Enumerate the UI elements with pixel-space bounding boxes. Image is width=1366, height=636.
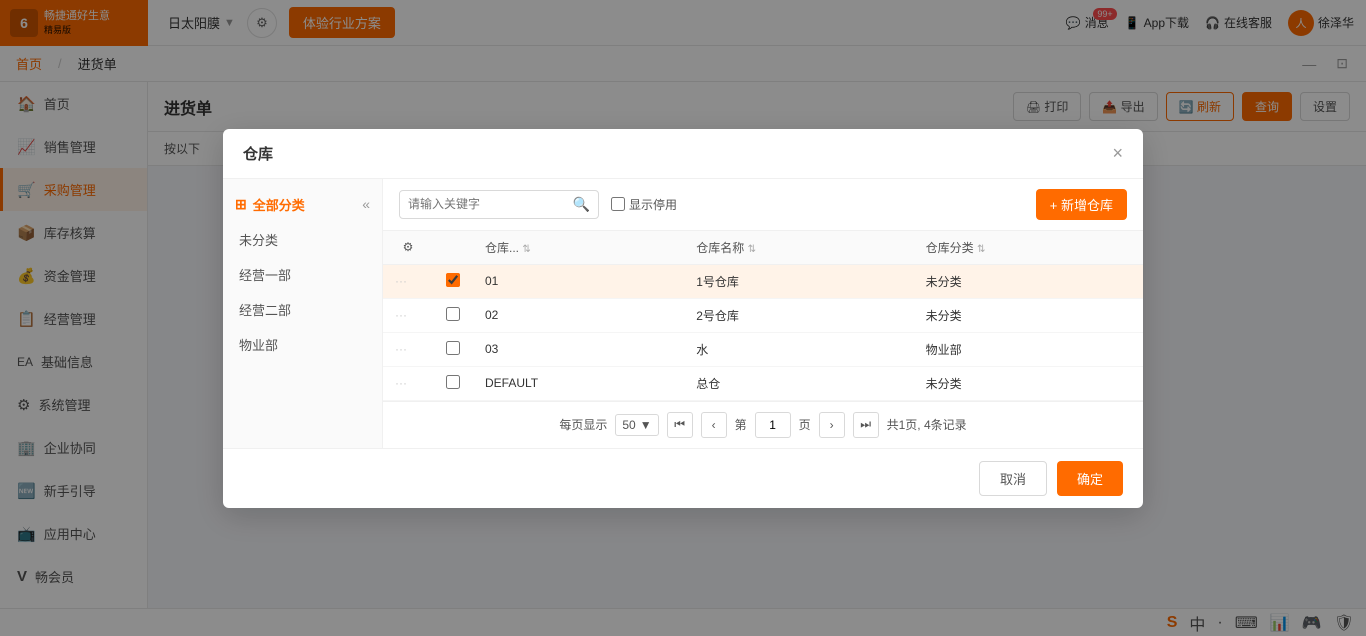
grid-icon: ⊞ — [235, 196, 247, 213]
row-checkbox[interactable] — [446, 307, 460, 321]
page-next-button[interactable]: › — [819, 412, 845, 438]
row-category: 未分类 — [914, 366, 1143, 400]
page-size-label: 每页显示 — [559, 416, 607, 433]
page-prev-button[interactable]: ‹ — [701, 412, 727, 438]
modal-title: 仓库 — [243, 143, 273, 164]
warehouse-modal: 仓库 × ⊞ 全部分类 « 未分类经营一部经营二部物业部 — [223, 129, 1143, 508]
modal-header: 仓库 × — [223, 129, 1143, 179]
category-item-property[interactable]: 物业部 — [223, 327, 382, 362]
sort-cat-icon: ⇅ — [977, 244, 985, 255]
row-category: 未分类 — [914, 298, 1143, 332]
table-row[interactable]: ··· 01 1号仓库 未分类 — [383, 264, 1143, 298]
row-ops: ··· — [383, 264, 433, 298]
col-header-chk — [433, 231, 473, 265]
all-categories-item[interactable]: ⊞ 全部分类 — [235, 195, 305, 214]
page-first-button[interactable]: ⏮ — [667, 412, 693, 438]
row-checkbox-cell[interactable] — [433, 332, 473, 366]
row-name: 水 — [684, 332, 913, 366]
row-name: 1号仓库 — [684, 264, 913, 298]
row-category: 物业部 — [914, 332, 1143, 366]
cancel-button[interactable]: 取消 — [979, 461, 1047, 496]
table-area: 🔍 显示停用 + 新增仓库 ⚙ — [383, 179, 1143, 448]
row-ops: ··· — [383, 366, 433, 400]
table-row[interactable]: ··· 02 2号仓库 未分类 — [383, 298, 1143, 332]
col-header-name[interactable]: 仓库名称 ⇅ — [684, 231, 913, 265]
modal-footer: 取消 确定 — [223, 448, 1143, 508]
page-size-chevron: ▼ — [640, 418, 652, 432]
pagination: 每页显示 50 ▼ ⏮ ‹ 第 页 › ⏭ 共1页, 4条记录 — [383, 401, 1143, 448]
sort-name-icon: ⇅ — [748, 244, 756, 255]
category-list: 未分类经营一部经营二部物业部 — [223, 222, 382, 362]
row-name: 2号仓库 — [684, 298, 913, 332]
row-code: 01 — [473, 264, 684, 298]
table-body: ··· 01 1号仓库 未分类 ··· 02 2号仓库 未分类 ··· 03 水… — [383, 264, 1143, 400]
row-checkbox-cell[interactable] — [433, 264, 473, 298]
row-code: DEFAULT — [473, 366, 684, 400]
category-item-ops1[interactable]: 经营一部 — [223, 257, 382, 292]
warehouse-table: ⚙ 仓库... ⇅ 仓库名称 ⇅ 仓库分类 ⇅ ··· 01 1号仓库 未分类 — [383, 231, 1143, 401]
modal-body: ⊞ 全部分类 « 未分类经营一部经营二部物业部 🔍 — [223, 179, 1143, 448]
show-disabled-text: 显示停用 — [629, 196, 677, 213]
page-size-value: 50 — [622, 418, 635, 432]
category-collapse-button[interactable]: « — [362, 196, 370, 212]
total-label: 共1页, 4条记录 — [887, 416, 967, 433]
data-table: ⚙ 仓库... ⇅ 仓库名称 ⇅ 仓库分类 ⇅ ··· 01 1号仓库 未分类 — [383, 231, 1143, 401]
search-input[interactable] — [400, 192, 565, 216]
page-size-select[interactable]: 50 ▼ — [615, 414, 658, 436]
col-header-code[interactable]: 仓库... ⇅ — [473, 231, 684, 265]
row-name: 总仓 — [684, 366, 913, 400]
row-checkbox[interactable] — [446, 341, 460, 355]
show-disabled-checkbox[interactable] — [611, 197, 625, 211]
new-warehouse-button[interactable]: + 新增仓库 — [1036, 189, 1127, 220]
modal-close-button[interactable]: × — [1112, 144, 1123, 162]
page-last-button[interactable]: ⏭ — [853, 412, 879, 438]
category-header: ⊞ 全部分类 « — [223, 187, 382, 222]
table-header-row: ⚙ 仓库... ⇅ 仓库名称 ⇅ 仓库分类 ⇅ — [383, 231, 1143, 265]
table-row[interactable]: ··· DEFAULT 总仓 未分类 — [383, 366, 1143, 400]
row-category: 未分类 — [914, 264, 1143, 298]
all-categories-label: 全部分类 — [253, 195, 305, 214]
table-row[interactable]: ··· 03 水 物业部 — [383, 332, 1143, 366]
search-button[interactable]: 🔍 — [565, 191, 598, 218]
modal-overlay: 仓库 × ⊞ 全部分类 « 未分类经营一部经营二部物业部 — [0, 0, 1366, 636]
row-code: 02 — [473, 298, 684, 332]
row-code: 03 — [473, 332, 684, 366]
row-checkbox-cell[interactable] — [433, 366, 473, 400]
confirm-button[interactable]: 确定 — [1057, 461, 1123, 496]
page-unit: 页 — [799, 416, 811, 433]
category-item-ops2[interactable]: 经营二部 — [223, 292, 382, 327]
table-toolbar: 🔍 显示停用 + 新增仓库 — [383, 179, 1143, 231]
row-checkbox[interactable] — [446, 375, 460, 389]
col-header-ops: ⚙ — [383, 231, 433, 265]
search-box: 🔍 — [399, 190, 599, 219]
show-disabled-label[interactable]: 显示停用 — [611, 196, 677, 213]
row-checkbox[interactable] — [446, 273, 460, 287]
page-label: 第 — [735, 416, 747, 433]
category-item-uncategorized[interactable]: 未分类 — [223, 222, 382, 257]
sort-code-icon: ⇅ — [522, 244, 530, 255]
col-header-category[interactable]: 仓库分类 ⇅ — [914, 231, 1143, 265]
row-ops: ··· — [383, 298, 433, 332]
category-sidebar: ⊞ 全部分类 « 未分类经营一部经营二部物业部 — [223, 179, 383, 448]
page-number-input[interactable] — [755, 412, 791, 438]
row-ops: ··· — [383, 332, 433, 366]
row-checkbox-cell[interactable] — [433, 298, 473, 332]
